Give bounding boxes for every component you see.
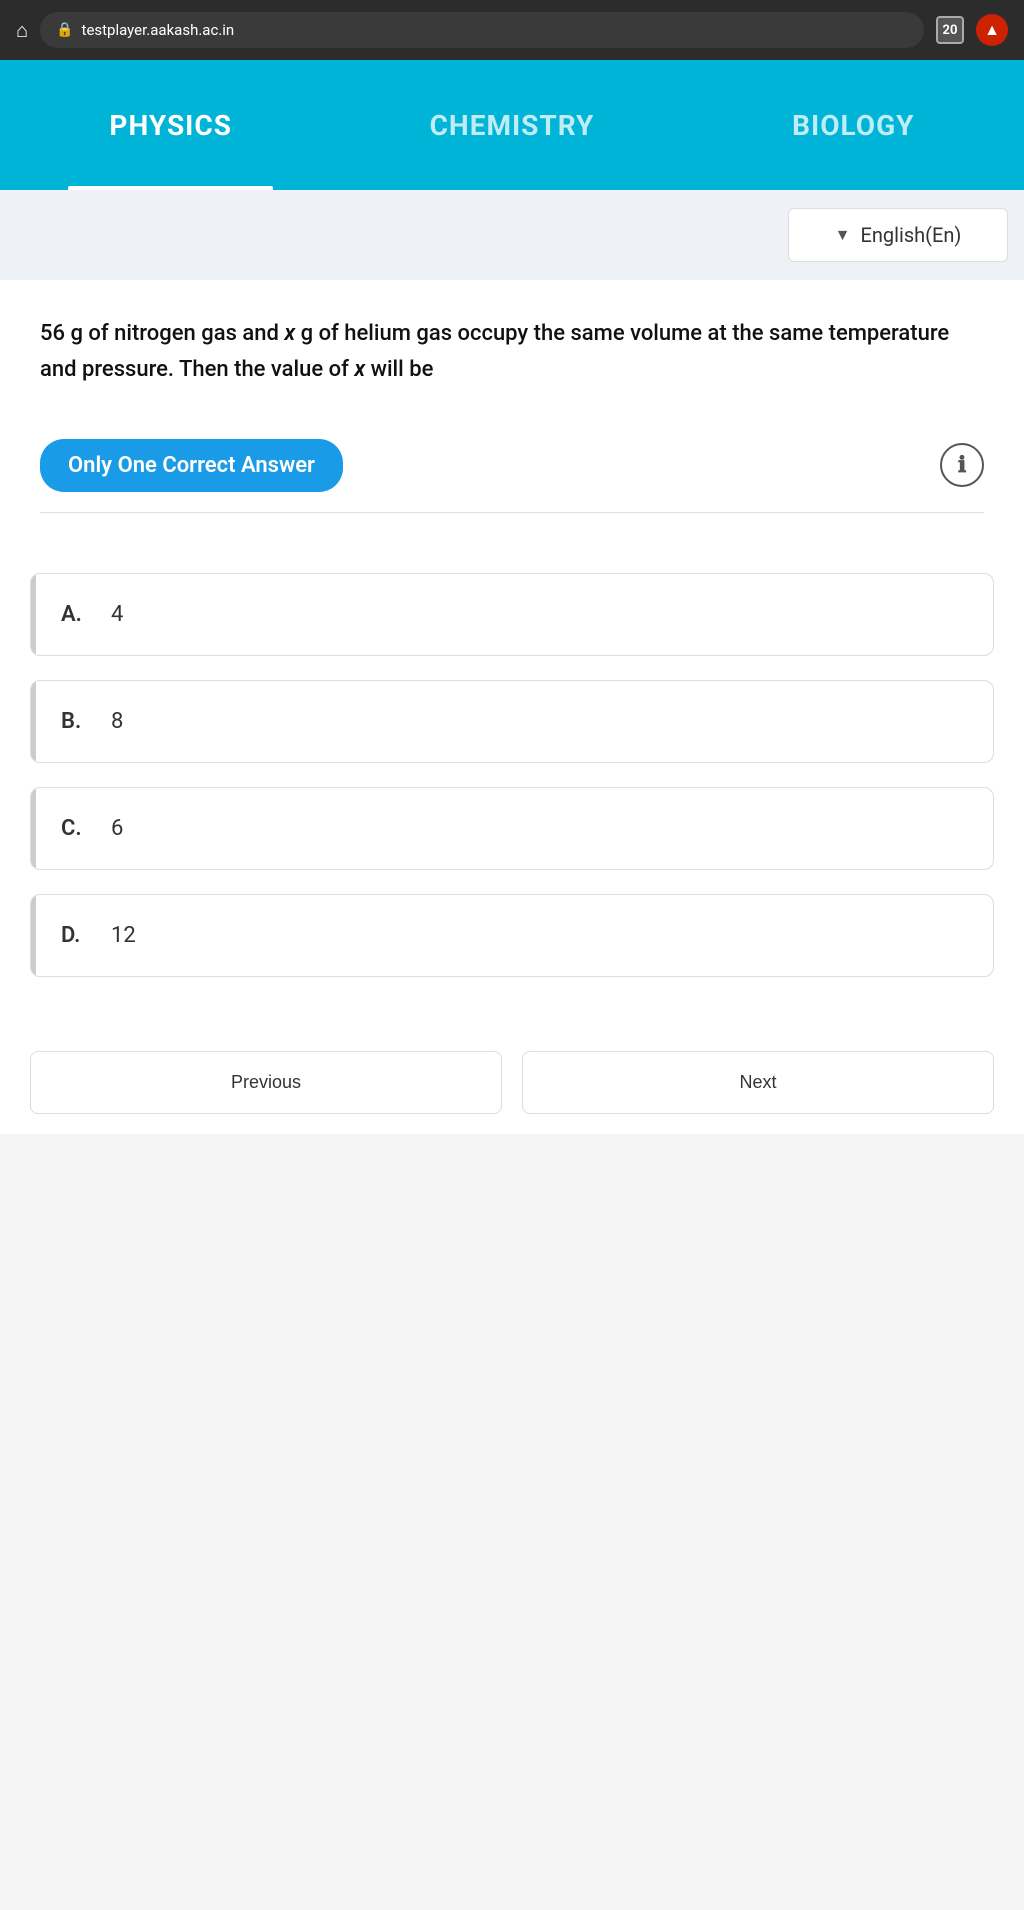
option-a-value: 4 [111,602,123,627]
url-text: testplayer.aakash.ac.in [82,21,235,39]
bottom-buttons: Previous Next [0,1031,1024,1134]
language-bar: ▼ English(En) [0,190,1024,280]
option-c-label: C. [61,816,91,841]
option-c[interactable]: C. 6 [30,787,994,870]
language-selected: English(En) [860,223,961,247]
lock-icon: 🔒 [56,22,73,38]
option-b[interactable]: B. 8 [30,680,994,763]
option-d-label: D. [61,923,91,948]
browser-bar: ⌂ 🔒 testplayer.aakash.ac.in 20 ▲ [0,0,1024,60]
option-d-value: 12 [111,923,136,948]
tab-biology[interactable]: BIOLOGY [683,60,1024,190]
option-b-label: B. [61,709,91,734]
option-a[interactable]: A. 4 [30,573,994,656]
update-button[interactable]: ▲ [976,14,1008,46]
tabs-count-badge[interactable]: 20 [936,16,964,44]
home-icon[interactable]: ⌂ [16,18,28,43]
divider [40,512,984,513]
next-button[interactable]: Next [522,1051,994,1114]
tab-chemistry[interactable]: CHEMISTRY [341,60,682,190]
question-area: 56 g of nitrogen gas and x g of helium g… [0,280,1024,573]
language-dropdown[interactable]: ▼ English(En) [788,208,1008,262]
tab-physics[interactable]: PHYSICS [0,60,341,190]
option-b-value: 8 [111,709,123,734]
url-bar[interactable]: 🔒 testplayer.aakash.ac.in [40,12,924,48]
chevron-down-icon: ▼ [835,225,851,245]
previous-button[interactable]: Previous [30,1051,502,1114]
info-icon[interactable]: ℹ [940,443,984,487]
question-type-badge: Only One Correct Answer [40,439,343,492]
options-area: A. 4 B. 8 C. 6 D. 12 [0,573,1024,1031]
question-text: 56 g of nitrogen gas and x g of helium g… [40,316,984,389]
option-c-value: 6 [111,816,123,841]
subject-tabs: PHYSICS CHEMISTRY BIOLOGY [0,60,1024,190]
question-meta: Only One Correct Answer ℹ [40,439,984,492]
option-d[interactable]: D. 12 [30,894,994,977]
option-a-label: A. [61,602,91,627]
